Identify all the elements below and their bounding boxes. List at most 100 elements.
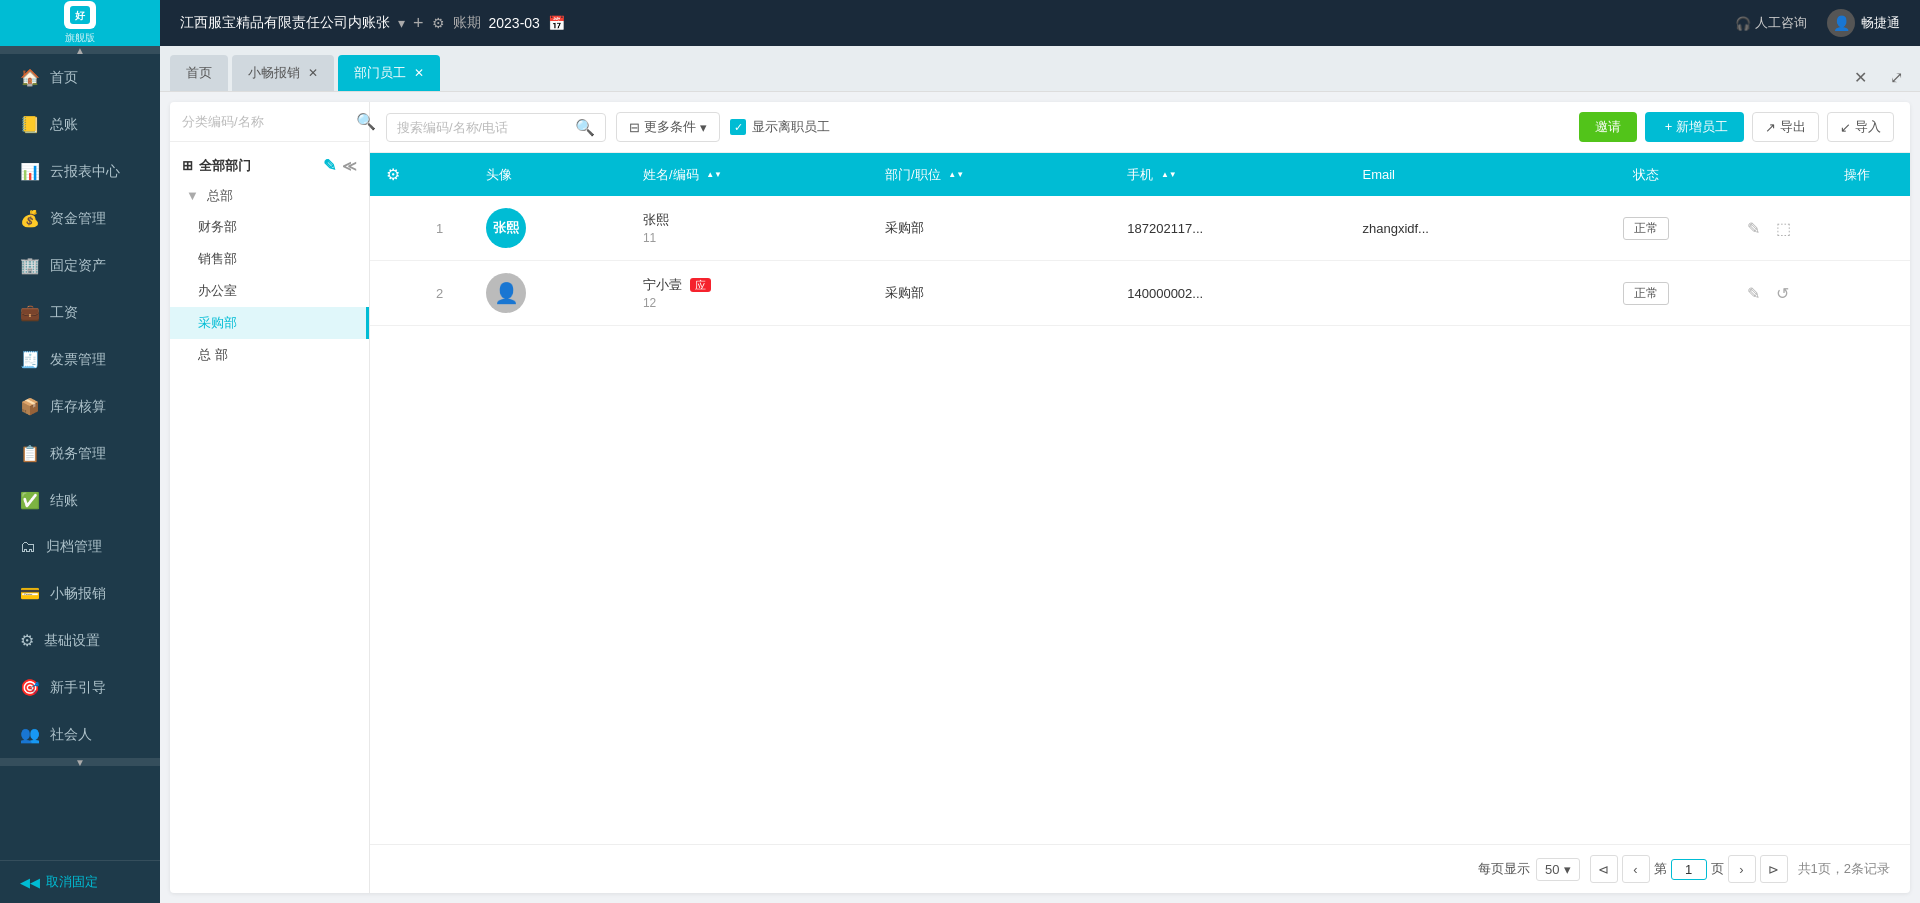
calendar-icon[interactable]: 📅: [548, 15, 565, 31]
add-employee-button[interactable]: + 新增员工: [1645, 112, 1744, 142]
scroll-down-indicator[interactable]: ▼: [0, 758, 160, 766]
sidebar-item-settings[interactable]: ⚙ 基础设置: [0, 617, 160, 664]
sidebar: ▲ 🏠 首页 📒 总账 📊 云报表中心 💰 资金管理 🏢 固定资产 💼 工资 🧾…: [0, 46, 160, 903]
dept-node-sales[interactable]: 销售部: [170, 243, 369, 275]
current-page-input[interactable]: 1: [1671, 859, 1707, 880]
sidebar-item-social[interactable]: 👥 社会人: [0, 711, 160, 758]
col-dept[interactable]: 部门/职位 ▲▼: [869, 153, 1111, 196]
tab-employee-close[interactable]: ✕: [414, 66, 424, 80]
page-size-value: 50: [1545, 862, 1559, 877]
col-name[interactable]: 姓名/编码 ▲▼: [627, 153, 869, 196]
social-icon: 👥: [20, 725, 40, 744]
pin-button[interactable]: ◀◀ 取消固定: [0, 860, 160, 903]
dept-node-office[interactable]: 办公室: [170, 275, 369, 307]
tab-employee[interactable]: 部门员工 ✕: [338, 55, 440, 91]
col-action: 操作: [1731, 153, 1910, 196]
tab-close-button[interactable]: ✕: [1846, 63, 1874, 91]
sidebar-item-label: 总账: [50, 116, 78, 134]
settings-icon[interactable]: ⚙: [432, 15, 445, 31]
sidebar-item-label: 库存核算: [50, 398, 106, 416]
tab-home[interactable]: 首页: [170, 55, 228, 91]
col-phone[interactable]: 手机 ▲▼: [1111, 153, 1346, 196]
ledger-icon: 📒: [20, 115, 40, 134]
top-header: 好 旗舰版 江西服宝精品有限责任公司内账张 ▾ + ⚙ 账期 2023-03 📅…: [0, 0, 1920, 46]
row1-edit-icon[interactable]: ✎: [1747, 219, 1760, 238]
tab-home-label: 首页: [186, 64, 212, 82]
period-label: 账期: [453, 14, 481, 32]
dept-node-headquarters[interactable]: 总 部: [170, 339, 369, 371]
add-company-icon[interactable]: +: [413, 13, 424, 34]
sidebar-item-general-ledger[interactable]: 📒 总账: [0, 101, 160, 148]
row1-code: 11: [643, 231, 853, 245]
sidebar-item-expense[interactable]: 💳 小畅报销: [0, 570, 160, 617]
dept-root-item[interactable]: ⊞ 全部部门 ✎ ≪: [170, 150, 369, 181]
sidebar-item-inventory[interactable]: 📦 库存核算: [0, 383, 160, 430]
employee-table: ⚙ 头像 姓名/编码 ▲▼ 部门/职位 ▲▼: [370, 153, 1910, 844]
tab-bar: 首页 小畅报销 ✕ 部门员工 ✕ ✕ ⤢: [160, 46, 1920, 92]
dept-node-purchasing[interactable]: 采购部: [170, 307, 369, 339]
col-settings[interactable]: ⚙: [370, 153, 420, 196]
dept-panel: 🔍 ⊞ 全部部门 ✎ ≪ ▼ 总部 财务部: [170, 102, 370, 893]
phone-sort-icon[interactable]: ▲▼: [1161, 171, 1177, 179]
content-area: 首页 小畅报销 ✕ 部门员工 ✕ ✕ ⤢ 🔍: [160, 46, 1920, 903]
sidebar-item-reports[interactable]: 📊 云报表中心: [0, 148, 160, 195]
sidebar-item-tax[interactable]: 📋 税务管理: [0, 430, 160, 477]
dept-expand-arrow[interactable]: ▼: [186, 188, 199, 203]
import-icon: ↙: [1840, 120, 1851, 135]
sidebar-item-label: 工资: [50, 304, 78, 322]
invite-button[interactable]: 邀请: [1579, 112, 1637, 142]
employee-panel: 🔍 ⊟ 更多条件 ▾ ✓ 显示离职员工 邀请: [370, 102, 1910, 893]
row1-logout-icon[interactable]: ⬚: [1776, 219, 1791, 238]
sidebar-item-funds[interactable]: 💰 资金管理: [0, 195, 160, 242]
show-resigned-toggle[interactable]: ✓ 显示离职员工: [730, 118, 830, 136]
sidebar-item-home[interactable]: 🏠 首页: [0, 54, 160, 101]
main-layout: ▲ 🏠 首页 📒 总账 📊 云报表中心 💰 资金管理 🏢 固定资产 💼 工资 🧾…: [0, 46, 1920, 903]
dept-search-input[interactable]: [182, 114, 350, 129]
sidebar-item-closing[interactable]: ✅ 结账: [0, 477, 160, 524]
page-size-box[interactable]: 50 ▾: [1536, 858, 1579, 881]
next-page-button[interactable]: ›: [1728, 855, 1756, 883]
dept-edit-icon[interactable]: ✎: [323, 156, 336, 175]
scroll-up-indicator[interactable]: ▲: [0, 46, 160, 54]
export-button[interactable]: ↗ 导出: [1752, 112, 1819, 142]
sidebar-item-invoice[interactable]: 🧾 发票管理: [0, 336, 160, 383]
row1-actions-cell: ✎ ⬚: [1731, 196, 1910, 261]
employee-search-icon[interactable]: 🔍: [575, 118, 595, 137]
dept-sales-label: 销售部: [198, 250, 237, 268]
row1-name: 张熙: [643, 211, 853, 229]
tab-expense[interactable]: 小畅报销 ✕: [232, 55, 334, 91]
dept-collapse-icon[interactable]: ≪: [342, 158, 357, 174]
reports-icon: 📊: [20, 162, 40, 181]
tax-icon: 📋: [20, 444, 40, 463]
filter-label: 更多条件: [644, 118, 696, 136]
last-page-button[interactable]: ⊳: [1760, 855, 1788, 883]
logo-subtitle: 旗舰版: [65, 31, 95, 45]
resigned-checkbox[interactable]: ✓: [730, 119, 746, 135]
row2-name: 宁小壹 应: [643, 276, 853, 294]
tab-expand-button[interactable]: ⤢: [1882, 63, 1910, 91]
filter-button[interactable]: ⊟ 更多条件 ▾: [616, 112, 720, 142]
employee-search-input[interactable]: [397, 120, 569, 135]
import-button[interactable]: ↙ 导入: [1827, 112, 1894, 142]
first-page-button[interactable]: ⊲: [1590, 855, 1618, 883]
row2-edit-icon[interactable]: ✎: [1747, 284, 1760, 303]
sidebar-item-fixed-assets[interactable]: 🏢 固定资产: [0, 242, 160, 289]
tab-employee-label: 部门员工: [354, 64, 406, 82]
row2-refresh-icon[interactable]: ↺: [1776, 284, 1789, 303]
sidebar-item-guide[interactable]: 🎯 新手引导: [0, 664, 160, 711]
dept-search-area: 🔍: [170, 102, 369, 142]
headset-icon: 🎧: [1735, 16, 1751, 31]
dropdown-arrow-icon[interactable]: ▾: [398, 15, 405, 31]
name-sort-icon[interactable]: ▲▼: [706, 171, 722, 179]
dept-office-label: 办公室: [198, 282, 237, 300]
sidebar-item-archive[interactable]: 🗂 归档管理: [0, 524, 160, 570]
sidebar-item-label: 归档管理: [46, 538, 102, 556]
dept-sort-icon[interactable]: ▲▼: [948, 171, 964, 179]
sidebar-item-salary[interactable]: 💼 工资: [0, 289, 160, 336]
tab-expense-close[interactable]: ✕: [308, 66, 318, 80]
dept-node-finance[interactable]: 财务部: [170, 211, 369, 243]
row2-status-badge: 正常: [1623, 282, 1669, 305]
sidebar-item-label: 基础设置: [44, 632, 100, 650]
service-button[interactable]: 🎧 人工咨询: [1735, 14, 1807, 32]
prev-page-button[interactable]: ‹: [1622, 855, 1650, 883]
